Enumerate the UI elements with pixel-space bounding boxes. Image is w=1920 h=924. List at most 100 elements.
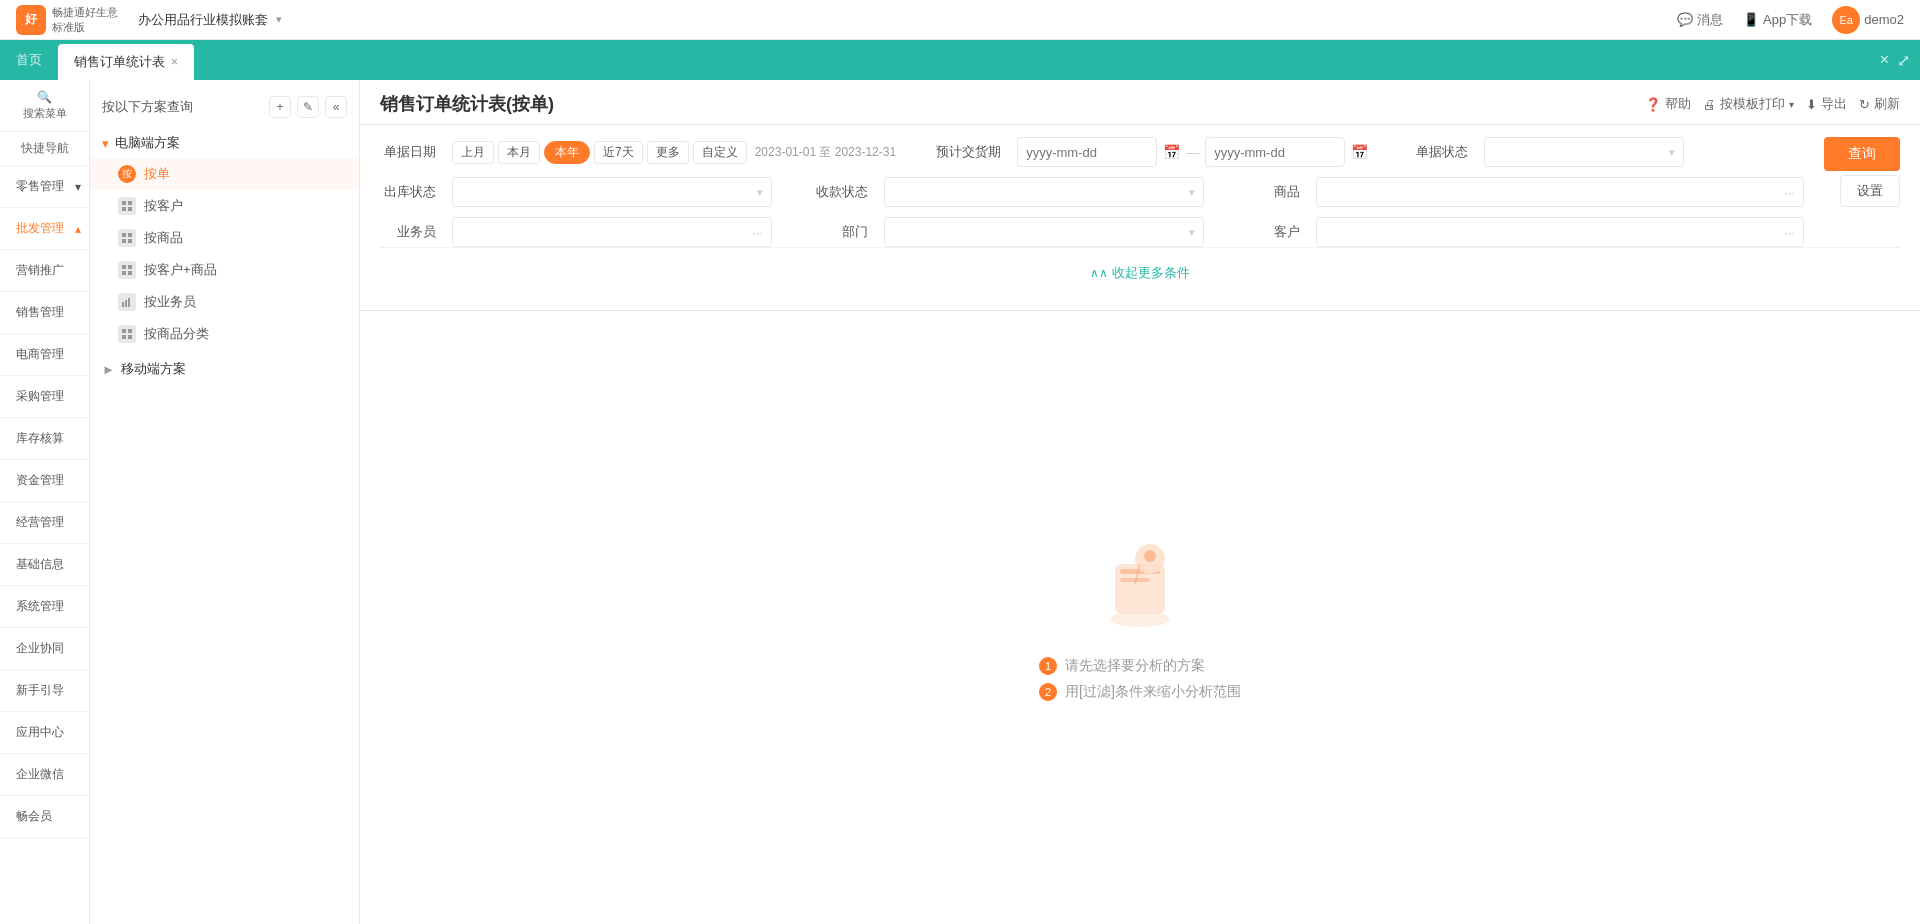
date-btn-last-month[interactable]: 上月 — [452, 141, 494, 164]
sidebar-item-purchase[interactable]: 采购管理 — [0, 376, 89, 418]
plan-item-by-customer[interactable]: 按客户 — [90, 190, 359, 222]
svg-rect-12 — [122, 302, 124, 307]
goods-input-area[interactable]: ··· — [1316, 177, 1804, 207]
sidebar-item-finance[interactable]: 资金管理 — [0, 460, 89, 502]
delivery-status-select[interactable]: ▾ — [452, 177, 772, 207]
logo-text: 畅捷通好生意 标准版 — [52, 5, 118, 34]
bill-date-label: 单据日期 — [380, 143, 436, 161]
calendar-icon-start[interactable]: 📅 — [1163, 144, 1180, 160]
setting-button[interactable]: 设置 — [1840, 175, 1900, 207]
plan-item-by-salesman[interactable]: 按业务员 — [90, 286, 359, 318]
title-dropdown-arrow[interactable]: ▾ — [276, 13, 282, 26]
help-button[interactable]: ❓ 帮助 — [1645, 95, 1691, 113]
sidebar-item-retail[interactable]: 零售管理 ▾ — [0, 166, 89, 208]
svg-rect-7 — [128, 239, 132, 243]
top-bar-left: 好 畅捷通好生意 标准版 办公用品行业模拟账套 ▾ — [16, 5, 282, 35]
date-separator: — — [1186, 145, 1199, 160]
date-btn-this-year[interactable]: 本年 — [544, 141, 590, 164]
collapse-panel-button[interactable]: « — [325, 96, 347, 118]
sidebar-item-newbie[interactable]: 新手引导 — [0, 670, 89, 712]
plan-item-by-order[interactable]: 按 按单 — [90, 158, 359, 190]
svg-rect-15 — [122, 329, 126, 333]
goods-dots-icon[interactable]: ··· — [1784, 185, 1795, 200]
sidebar-item-wechat[interactable]: 企业微信 — [0, 754, 89, 796]
edit-plan-button[interactable]: ✎ — [297, 96, 319, 118]
date-btn-this-month[interactable]: 本月 — [498, 141, 540, 164]
app-download-button[interactable]: 📱 App下载 — [1743, 11, 1812, 29]
svg-rect-16 — [128, 329, 132, 333]
print-dropdown-icon: ▾ — [1789, 99, 1794, 110]
query-button[interactable]: 查询 — [1824, 137, 1900, 171]
customer-label: 客户 — [1244, 223, 1300, 241]
tab-active[interactable]: 销售订单统计表 × — [58, 44, 194, 80]
date-btn-custom[interactable]: 自定义 — [693, 141, 747, 164]
svg-rect-11 — [128, 271, 132, 275]
template-print-button[interactable]: 🖨 按模板打印 ▾ — [1703, 95, 1794, 113]
collapse-icon: ∧∧ — [1090, 266, 1108, 280]
delivery-status-label: 出库状态 — [380, 183, 436, 201]
user-menu[interactable]: Ea demo2 — [1832, 6, 1904, 34]
mobile-plan-header[interactable]: ► 移动端方案 — [90, 354, 359, 384]
sidebar-item-operation[interactable]: 经营管理 — [0, 502, 89, 544]
sidebar-item-wholesale[interactable]: 批发管理 ▴ — [0, 208, 89, 250]
collection-status-select[interactable]: ▾ — [884, 177, 1204, 207]
sidebar-item-marketing[interactable]: 营销推广 — [0, 250, 89, 292]
left-panel-actions: + ✎ « — [269, 96, 347, 118]
customer-input-area[interactable]: ··· — [1316, 217, 1804, 247]
collapse-button[interactable]: ∧∧ 收起更多条件 — [1074, 256, 1206, 290]
sidebar-item-system[interactable]: 系统管理 — [0, 586, 89, 628]
plan-item-by-category[interactable]: 按商品分类 — [90, 318, 359, 350]
refresh-button[interactable]: ↻ 刷新 — [1859, 95, 1900, 113]
plan-item-by-goods[interactable]: 按商品 — [90, 222, 359, 254]
sidebar-item-appcenter[interactable]: 应用中心 — [0, 712, 89, 754]
plan-by-customer-icon — [118, 197, 136, 215]
expected-date-group: 📅 — 📅 — [1017, 137, 1368, 167]
plan-item-by-customer-goods[interactable]: 按客户+商品 — [90, 254, 359, 286]
customer-dots-icon[interactable]: ··· — [1784, 225, 1795, 240]
app-icon: 📱 — [1743, 12, 1759, 27]
page-title-bar: 销售订单统计表(按单) ❓ 帮助 🖨 按模板打印 ▾ ⬇ 导出 — [360, 80, 1920, 125]
message-icon: 💬 — [1677, 12, 1693, 27]
empty-text: 1 请先选择要分析的方案 2 用[过滤]条件来缩小分析范围 — [1039, 657, 1241, 701]
sidebar-item-sales[interactable]: 销售管理 — [0, 292, 89, 334]
expected-date-end-input[interactable] — [1205, 137, 1345, 167]
goods-label: 商品 — [1244, 183, 1300, 201]
svg-rect-0 — [122, 201, 126, 205]
help-icon: ❓ — [1645, 97, 1661, 112]
mobile-plan-section: ► 移动端方案 — [90, 354, 359, 384]
add-plan-button[interactable]: + — [269, 96, 291, 118]
expected-date-start-input[interactable] — [1017, 137, 1157, 167]
message-button[interactable]: 💬 消息 — [1677, 11, 1723, 29]
department-select[interactable]: ▾ — [884, 217, 1204, 247]
tab-maximize-button[interactable]: ⤢ — [1897, 51, 1910, 70]
tab-minimize-button[interactable]: × — [1880, 51, 1889, 70]
export-button[interactable]: ⬇ 导出 — [1806, 95, 1847, 113]
sidebar-item-member[interactable]: 畅会员 — [0, 796, 89, 838]
department-label: 部门 — [812, 223, 868, 241]
tab-close-icon[interactable]: × — [171, 55, 178, 69]
date-range-text: 2023-01-01 至 2023-12-31 — [755, 144, 896, 161]
filter-row-3: 业务员 ··· 部门 ▾ 客户 ··· — [380, 217, 1804, 247]
salesman-input-area[interactable]: ··· — [452, 217, 772, 247]
mobile-plan-arrow-icon: ► — [102, 362, 115, 377]
refresh-icon: ↻ — [1859, 97, 1870, 112]
plan-by-goods-icon — [118, 229, 136, 247]
tab-home[interactable]: 首页 — [0, 40, 58, 80]
empty-num-1: 1 — [1039, 657, 1057, 675]
calendar-icon-end[interactable]: 📅 — [1351, 144, 1368, 160]
sidebar-search[interactable]: 🔍 搜索菜单 — [0, 80, 89, 132]
bill-status-label: 单据状态 — [1408, 143, 1468, 161]
sidebar-item-ecommerce[interactable]: 电商管理 — [0, 334, 89, 376]
sidebar-quicknav[interactable]: 快捷导航 — [0, 132, 89, 166]
salesman-dots-icon[interactable]: ··· — [752, 225, 763, 240]
date-btn-more[interactable]: 更多 — [647, 141, 689, 164]
pc-plan-header[interactable]: ▾ 电脑端方案 — [90, 128, 359, 158]
bill-status-select[interactable]: ▾ — [1484, 137, 1684, 167]
delivery-arrow-icon: ▾ — [757, 186, 763, 199]
date-btn-7days[interactable]: 近7天 — [594, 141, 643, 164]
sidebar-item-inventory[interactable]: 库存核算 — [0, 418, 89, 460]
svg-rect-3 — [128, 207, 132, 211]
svg-rect-13 — [125, 300, 127, 307]
sidebar-item-collab[interactable]: 企业协同 — [0, 628, 89, 670]
sidebar-item-basic[interactable]: 基础信息 — [0, 544, 89, 586]
